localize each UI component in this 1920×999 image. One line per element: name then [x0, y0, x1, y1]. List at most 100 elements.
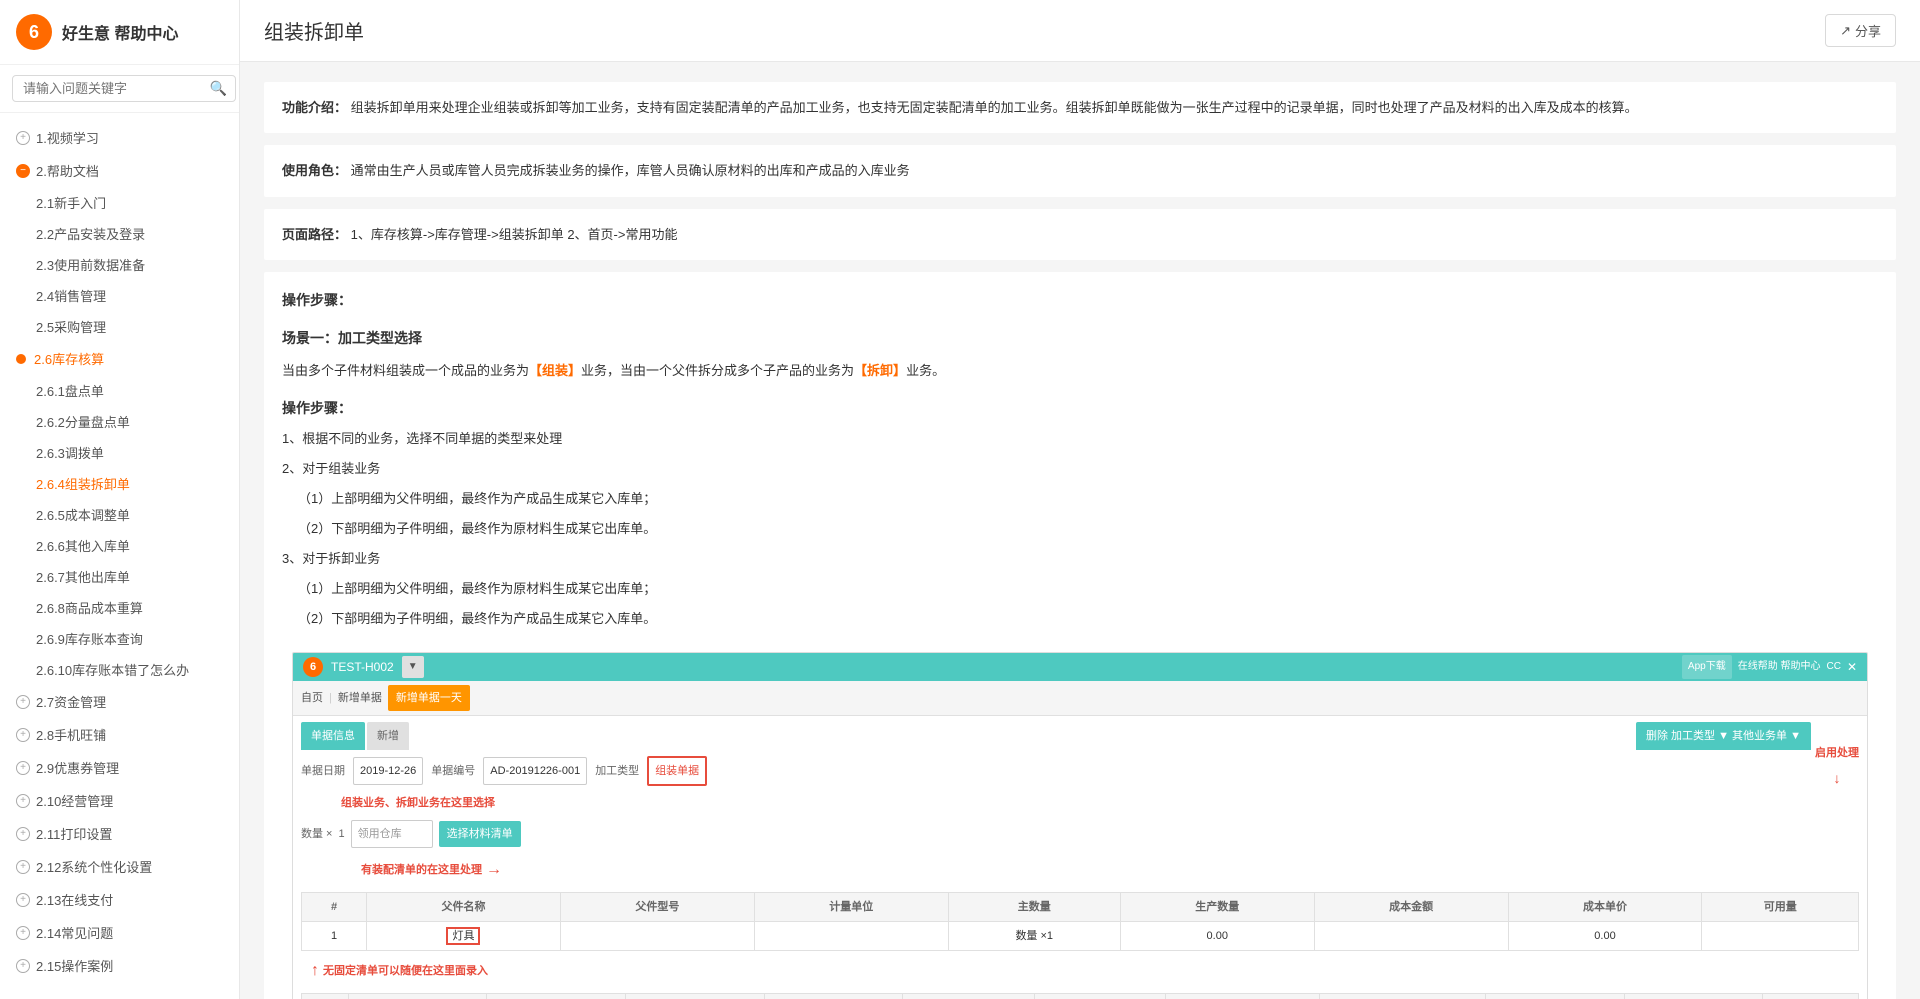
nav-label: 2.13在线支付	[36, 890, 113, 909]
ss-td-avail	[1702, 922, 1859, 951]
path-label: 页面路径：	[282, 227, 347, 242]
sidebar-item-coupon[interactable]: + 2.9优惠券管理	[0, 751, 239, 784]
sidebar-item-newbie[interactable]: 2.1新手入门	[0, 187, 239, 218]
ss-th-unit-cost: 成本单价	[1508, 893, 1702, 922]
sidebar-item-transfer[interactable]: 2.6.3调拨单	[0, 437, 239, 468]
sidebar: 6 好生意 帮助中心 🔍 + 1.视频学习 − 2.帮助文档 2.1新手入门 2…	[0, 0, 240, 999]
ss-parent-name-highlight: 灯具	[446, 927, 480, 945]
sidebar-item-docs[interactable]: − 2.帮助文档	[0, 154, 239, 187]
ss-close-icon: ✕	[1847, 655, 1857, 679]
ss-warehouse-row: 数量 × 1 领用仓库 选择材料清单	[301, 820, 1811, 848]
ss-new-btn[interactable]: 新增单据一天	[388, 685, 470, 711]
share-label: 分享	[1855, 21, 1881, 40]
ss-arrow-up-icon: ↑	[311, 955, 319, 987]
sidebar-item-mobile[interactable]: + 2.8手机旺铺	[0, 718, 239, 751]
nav-label: 2.9优惠券管理	[36, 758, 119, 777]
ss-annotation-material: 有装配清单的在这里处理 →	[361, 854, 1811, 886]
sidebar-item-other-out[interactable]: 2.6.7其他出库单	[0, 561, 239, 592]
expand-icon: +	[16, 926, 30, 940]
ss-right-annotation: 启用处理 ↓	[1815, 742, 1859, 792]
sidebar-item-ledger-query[interactable]: 2.6.9库存账本查询	[0, 623, 239, 654]
step2-2: （2）下部明细为子件明细，最终作为原材料生成某它出库单。	[282, 516, 1878, 542]
ss-th2-qty-mul: ×数量×1	[1034, 994, 1165, 999]
share-button[interactable]: ↗ 分享	[1825, 14, 1896, 47]
sidebar-item-cost-recalc[interactable]: 2.6.8商品成本重算	[0, 592, 239, 623]
ss-code-val: AD-20191226-001	[483, 757, 587, 785]
expand-icon: +	[16, 959, 30, 973]
collapse-icon: −	[16, 164, 30, 178]
nav-tree: + 1.视频学习 − 2.帮助文档 2.1新手入门 2.2产品安装及登录 2.3…	[0, 113, 239, 999]
ss-table-parent: # 父件名称 父件型号 计量单位 主数量 生产数量 成本金额 成本单价 可用量	[301, 892, 1859, 951]
ss-tab-new[interactable]: 新增	[367, 722, 409, 750]
ss-th-qty: 主数量	[948, 893, 1120, 922]
sidebar-item-payment[interactable]: + 2.13在线支付	[0, 883, 239, 916]
sidebar-item-stock-check[interactable]: 2.6.1盘点单	[0, 375, 239, 406]
ss-qty-val: 1	[338, 823, 344, 845]
nav-label: 2.7资金管理	[36, 692, 106, 711]
search-input[interactable]	[12, 75, 236, 102]
search-icon[interactable]: 🔍	[210, 80, 227, 97]
ss-arrow-down: ↓	[1834, 764, 1841, 792]
sidebar-item-operations[interactable]: + 2.10经营管理	[0, 784, 239, 817]
ss-warehouse-input[interactable]: 领用仓库	[351, 820, 433, 848]
expand-icon: +	[16, 860, 30, 874]
ss-th2-use-wh: 使用仓位	[1485, 994, 1624, 999]
ss-confirm-btn[interactable]: 选择材料清单	[439, 821, 521, 847]
expand-icon: +	[16, 695, 30, 709]
steps-block: 操作步骤： 场景一：加工类型选择 当由多个子件材料组装成一个成品的业务为【组装】…	[264, 272, 1896, 999]
ss-app-label: App下载	[1682, 655, 1732, 679]
sidebar-item-partial-check[interactable]: 2.6.2分量盘点单	[0, 406, 239, 437]
nav-label: 2.8手机旺铺	[36, 725, 106, 744]
ss-form-and-annotations: 单据信息 新增 删除 加工类型 ▼ 其他业务单 ▼ 单据日期 2019-12-2…	[301, 722, 1859, 892]
sidebar-item-print[interactable]: + 2.11打印设置	[0, 817, 239, 850]
ss-form-left: 单据信息 新增 删除 加工类型 ▼ 其他业务单 ▼ 单据日期 2019-12-2…	[301, 722, 1811, 892]
ss-tab-action[interactable]: 删除 加工类型 ▼ 其他业务单 ▼	[1636, 722, 1811, 750]
ss-th2-op: 操作	[1763, 994, 1859, 999]
ss-td-qty: 数量 ×1	[948, 922, 1120, 951]
ss-annotation-random: ↑ 无固定清单可以随便在这里面录入	[311, 955, 1859, 987]
ss-td-cost	[1314, 922, 1508, 951]
sidebar-item-cost-adj[interactable]: 2.6.5成本调整单	[0, 499, 239, 530]
ss-table-header-row: # 父件名称 父件型号 计量单位 主数量 生产数量 成本金额 成本单价 可用量	[302, 893, 1859, 922]
sidebar-item-data-prep[interactable]: 2.3使用前数据准备	[0, 249, 239, 280]
sidebar-item-finance[interactable]: + 2.7资金管理	[0, 685, 239, 718]
step3-1: （1）上部明细为父件明细，最终作为原材料生成某它出库单；	[282, 576, 1878, 602]
ss-th2-code: 配件编码	[487, 994, 626, 999]
ss-td-unit	[754, 922, 948, 951]
ss-nav-bar: 自页 | 新增单据 新增单据一天	[293, 681, 1867, 716]
sidebar-item-other-in[interactable]: 2.6.6其他入库单	[0, 530, 239, 561]
sidebar-item-inventory[interactable]: 2.6库存核算	[0, 342, 239, 375]
ss-title-left: 6 TEST-H002 ▼	[303, 655, 424, 679]
step3-2: （2）下部明细为子件明细，最终作为产成品生成某它入库单。	[282, 606, 1878, 632]
ss-tab-info[interactable]: 单据信息	[301, 722, 365, 750]
ss-th2-remark: 加工备注	[1624, 994, 1763, 999]
step2-1: （1）上部明细为父件明细，最终作为产成品生成某它入库单；	[282, 486, 1878, 512]
sidebar-item-assembly[interactable]: 2.6.4组装拆卸单	[0, 468, 239, 499]
ss-th2-spec: 配件规格	[764, 994, 903, 999]
step3: 3、对于拆卸业务	[282, 546, 1878, 572]
ss-th-cost: 成本金额	[1314, 893, 1508, 922]
sidebar-item-install[interactable]: 2.2产品安装及登录	[0, 218, 239, 249]
ss-ann-text1: 组装业务、拆卸业务在这里选择	[341, 792, 495, 814]
sidebar-item-sales[interactable]: 2.4销售管理	[0, 280, 239, 311]
ss-arrow-icon: →	[486, 854, 502, 886]
page-title: 组装拆卸单	[264, 16, 364, 45]
ss-titlebar: 6 TEST-H002 ▼ App下载 在线帮助 帮助中心 CC ✕	[293, 653, 1867, 681]
sidebar-item-purchase[interactable]: 2.5采购管理	[0, 311, 239, 342]
sidebar-item-customize[interactable]: + 2.12系统个性化设置	[0, 850, 239, 883]
ss-th2-name: 子件名称	[348, 994, 487, 999]
ss-th-unit: 计量单位	[754, 893, 948, 922]
sidebar-item-faq[interactable]: + 2.14常见问题	[0, 916, 239, 949]
page-header: 组装拆卸单 ↗ 分享	[240, 0, 1920, 62]
sidebar-item-ledger-fix[interactable]: 2.6.10库存账本错了怎么办	[0, 654, 239, 685]
intro-label: 功能介绍：	[282, 100, 347, 115]
role-block: 使用角色： 通常由生产人员或库管人员完成拆装业务的操作，库管人员确认原材料的出库…	[264, 145, 1896, 196]
sidebar-item-cases[interactable]: + 2.15操作案例	[0, 949, 239, 982]
sidebar-item-video[interactable]: + 1.视频学习	[0, 121, 239, 154]
ss-nav-divider: |	[329, 687, 332, 709]
screenshot-container: 6 TEST-H002 ▼ App下载 在线帮助 帮助中心 CC ✕	[282, 642, 1878, 999]
ss-th-avail: 可用量	[1702, 893, 1859, 922]
ss-td-unit-cost: 0.00	[1508, 922, 1702, 951]
nav-label: 1.视频学习	[36, 128, 99, 147]
ss-title-text: TEST-H002	[331, 655, 394, 679]
